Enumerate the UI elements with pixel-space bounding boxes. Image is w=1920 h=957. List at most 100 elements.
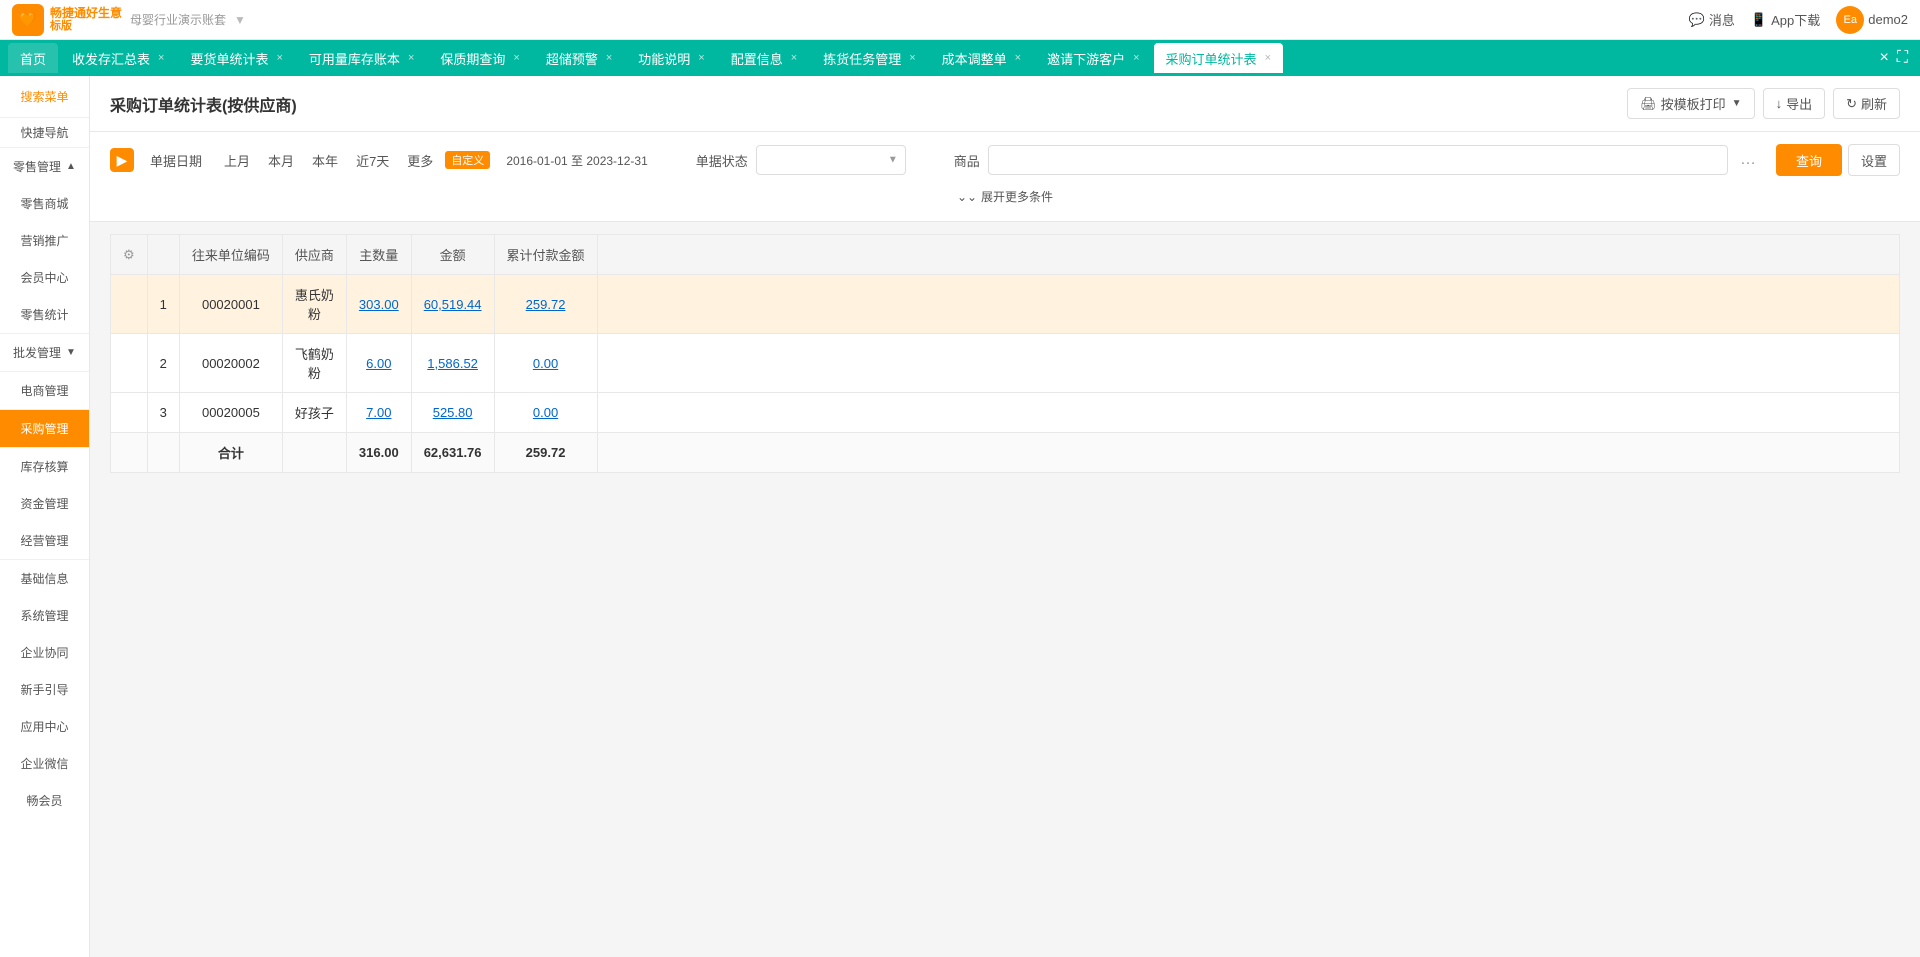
refresh-button[interactable]: ↻ 刷新 <box>1833 88 1900 119</box>
print-dropdown-icon: ▼ <box>1732 98 1742 109</box>
export-button[interactable]: ↓ 导出 <box>1763 88 1826 119</box>
sidebar-item-retail-store[interactable]: 零售商城 <box>0 185 89 222</box>
sidebar-item-retail-stats[interactable]: 零售统计 <box>0 296 89 333</box>
filter-row-1: ▶ 单据日期 上月 本月 本年 近7天 更多 自定义 2016-01-01 至 … <box>110 144 1900 176</box>
expand-more-button[interactable]: ⌄⌄ 展开更多条件 <box>957 188 1053 205</box>
sidebar-section-ecommerce: 电商管理 <box>0 372 89 410</box>
sidebar-item-inventory[interactable]: 库存核算 <box>0 448 89 485</box>
sidebar-item-enterprise[interactable]: 企业协同 <box>0 634 89 671</box>
tab-baozhiQiChaxun[interactable]: 保质期查询 × <box>428 43 531 73</box>
filter-settings-button[interactable]: 设置 <box>1848 144 1900 176</box>
download-icon: 📱 <box>1751 12 1767 28</box>
footer-amount: 62,631.76 <box>411 433 494 473</box>
tab-close-baozhiQiChaxun[interactable]: × <box>513 52 519 64</box>
shortcut-last-month[interactable]: 上月 <box>218 149 256 172</box>
tab-yaohuoDanTongji[interactable]: 要货单统计表 × <box>178 43 294 73</box>
row-supplier: 惠氏奶粉 <box>282 275 346 334</box>
tab-keyongLiangKuCun[interactable]: 可用量库存账本 × <box>297 43 426 73</box>
tab-close-shoufaHuizong[interactable]: × <box>158 52 164 64</box>
row-seq: 2 <box>147 334 179 393</box>
sidebar-item-wechat[interactable]: 企业微信 <box>0 745 89 782</box>
goods-filter-more-btn[interactable]: … <box>1736 151 1760 169</box>
row-quantity[interactable]: 303.00 <box>346 275 411 334</box>
row-seq: 1 <box>147 275 179 334</box>
tab-gongnengShuoming[interactable]: 功能说明 × <box>626 43 716 73</box>
row-unit-code: 00020002 <box>179 334 282 393</box>
tab-home[interactable]: 首页 <box>8 43 58 73</box>
sidebar-item-wholesale[interactable]: 批发管理 ▼ <box>0 334 89 371</box>
sidebar-item-purchase[interactable]: 采购管理 <box>0 410 89 447</box>
printer-icon: 🖨 <box>1640 96 1657 112</box>
tab-peizhiXinxi[interactable]: 配置信息 × <box>719 43 809 73</box>
print-button[interactable]: 🖨 按模板打印 ▼ <box>1627 88 1754 119</box>
table-header-row: ⚙ 往来单位编码 供应商 主数量 金额 累计付款金额 <box>111 235 1900 275</box>
goods-filter-label: 商品 <box>954 151 980 170</box>
sidebar-search-button[interactable]: 搜索菜单 <box>6 84 83 109</box>
tab-close-peizhiXinxi[interactable]: × <box>791 52 797 64</box>
row-quantity[interactable]: 6.00 <box>346 334 411 393</box>
tab-close-caigouDanTongji[interactable]: × <box>1265 52 1271 64</box>
shortcut-this-month[interactable]: 本月 <box>262 149 300 172</box>
sidebar-item-system[interactable]: 系统管理 <box>0 597 89 634</box>
breadcrumb-dropdown-icon[interactable]: ▼ <box>234 13 246 27</box>
tab-close-paihuoRenwu[interactable]: × <box>909 52 915 64</box>
filter-toggle-button[interactable]: ▶ <box>110 148 134 172</box>
goods-filter-input[interactable] <box>988 145 1728 175</box>
sidebar-item-capital[interactable]: 资金管理 <box>0 485 89 522</box>
sidebar-item-app-center[interactable]: 应用中心 <box>0 708 89 745</box>
tab-caigouDanTongji[interactable]: 采购订单统计表 × <box>1154 43 1283 73</box>
sidebar-item-basic[interactable]: 基础信息 <box>0 560 89 597</box>
tab-shoufaHuizong[interactable]: 收发存汇总表 × <box>60 43 176 73</box>
column-settings-icon[interactable]: ⚙ <box>123 247 135 262</box>
data-table: ⚙ 往来单位编码 供应商 主数量 金额 累计付款金额 1 00020001 <box>110 234 1900 473</box>
tab-yaoqingXiayou[interactable]: 邀请下游客户 × <box>1035 43 1151 73</box>
sidebar-quick-nav-button[interactable]: 快捷导航 <box>0 118 89 148</box>
row-unit-code: 00020001 <box>179 275 282 334</box>
sidebar-item-vip[interactable]: 畅会员 <box>0 782 89 819</box>
sidebar-item-retail[interactable]: 零售管理 ▲ <box>0 148 89 185</box>
row-amount[interactable]: 1,586.52 <box>411 334 494 393</box>
footer-empty-supplier <box>282 433 346 473</box>
custom-badge[interactable]: 自定义 <box>445 151 490 169</box>
shortcut-more[interactable]: 更多 <box>401 149 439 172</box>
table-footer-row: 合计 316.00 62,631.76 259.72 <box>111 433 1900 473</box>
tab-bar-fullscreen-btn[interactable]: ⛶ <box>1897 49 1908 67</box>
sidebar-item-member[interactable]: 会员中心 <box>0 259 89 296</box>
tab-close-gongnengShuoming[interactable]: × <box>698 52 704 64</box>
top-bar-left: 🧡 畅捷通好生意 标版 母婴行业演示账套 ▼ <box>12 4 246 36</box>
footer-empty-extra <box>597 433 1899 473</box>
tab-paihuoRenwu[interactable]: 拣货任务管理 × <box>811 43 927 73</box>
col-paid: 累计付款金额 <box>494 235 597 275</box>
status-select[interactable] <box>756 145 906 175</box>
tab-close-keyongLiangKuCun[interactable]: × <box>408 52 414 64</box>
tab-close-chengbenTiaozheng[interactable]: × <box>1015 52 1021 64</box>
row-amount[interactable]: 60,519.44 <box>411 275 494 334</box>
row-amount[interactable]: 525.80 <box>411 393 494 433</box>
tab-bar-close-btn[interactable]: × <box>1879 49 1888 67</box>
sidebar-item-ecommerce[interactable]: 电商管理 <box>0 372 89 409</box>
shortcut-7days[interactable]: 近7天 <box>350 149 395 172</box>
tab-chaochu[interactable]: 超储预警 × <box>534 43 624 73</box>
sidebar-item-newbie[interactable]: 新手引导 <box>0 671 89 708</box>
message-icon: 💬 <box>1689 12 1705 28</box>
tab-close-chaochu[interactable]: × <box>606 52 612 64</box>
row-settings-cell <box>111 334 148 393</box>
shortcut-this-year[interactable]: 本年 <box>306 149 344 172</box>
message-button[interactable]: 💬 消息 <box>1689 10 1735 29</box>
row-paid[interactable]: 259.72 <box>494 275 597 334</box>
query-button[interactable]: 查询 <box>1776 144 1842 176</box>
row-paid[interactable]: 0.00 <box>494 393 597 433</box>
date-range-text: 2016-01-01 至 2023-12-31 <box>506 152 647 169</box>
col-supplier: 供应商 <box>282 235 346 275</box>
tab-chengbenTiaozheng[interactable]: 成本调整单 × <box>930 43 1033 73</box>
app-download-button[interactable]: 📱 App下载 <box>1751 10 1820 29</box>
tab-close-yaohuoDanTongji[interactable]: × <box>276 52 282 64</box>
user-avatar-area[interactable]: Ea demo2 <box>1836 6 1908 34</box>
tab-close-yaoqingXiayou[interactable]: × <box>1133 52 1139 64</box>
col-unit-code: 往来单位编码 <box>179 235 282 275</box>
row-paid[interactable]: 0.00 <box>494 334 597 393</box>
row-quantity[interactable]: 7.00 <box>346 393 411 433</box>
sidebar-item-operation[interactable]: 经营管理 <box>0 522 89 559</box>
sidebar-item-marketing[interactable]: 营销推广 <box>0 222 89 259</box>
date-filter-label: 单据日期 <box>150 151 202 170</box>
